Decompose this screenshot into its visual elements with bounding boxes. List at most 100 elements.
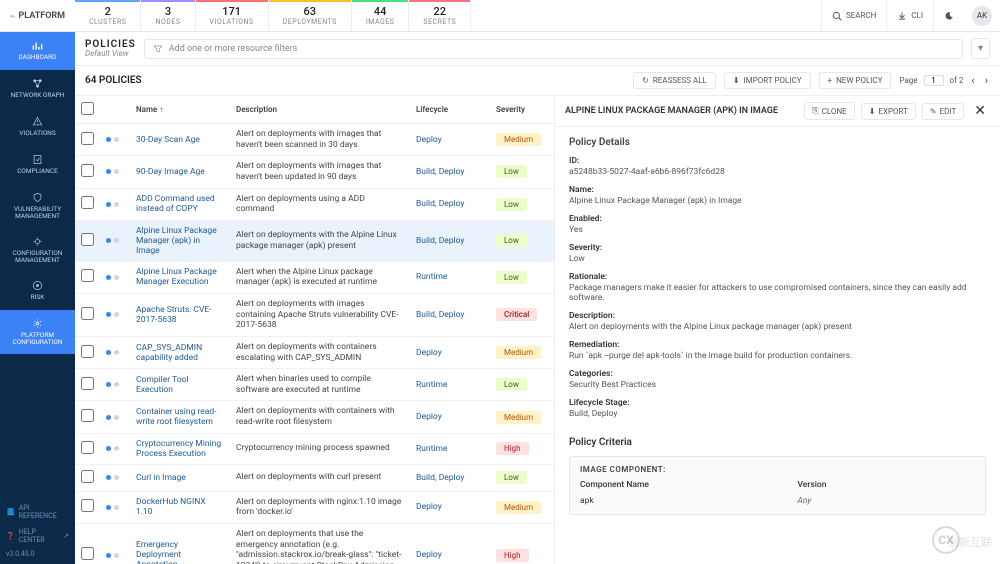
- table-row[interactable]: CAP_SYS_ADMIN capability added Alert on …: [75, 336, 554, 368]
- avatar[interactable]: AK: [972, 6, 992, 26]
- brand-logo[interactable]: PLATFORM: [0, 0, 75, 31]
- row-name: Apache Struts: CVE-2017-5638: [130, 294, 230, 337]
- stat-clusters[interactable]: 2CLUSTERS: [75, 0, 141, 31]
- row-desc: Alert on deployments with images contain…: [230, 294, 410, 337]
- row-name: 30-Day Scan Age: [130, 124, 230, 156]
- detail-field: ID:a5248b33-5027-4aaf-a6b6-896f73fc6d28: [569, 156, 986, 177]
- page-prev[interactable]: ‹: [969, 74, 976, 87]
- row-lifecycle: Deploy: [410, 523, 490, 564]
- details-section-title: Policy Details: [569, 137, 986, 148]
- sidebar-help-center[interactable]: ❓HELP CENTER↗: [0, 524, 75, 548]
- row-name: Alpine Linux Package Manager Execution: [130, 261, 230, 293]
- clone-button[interactable]: ⎘CLONE: [804, 102, 854, 120]
- theme-toggle[interactable]: [933, 0, 964, 31]
- table-row[interactable]: 90-Day Image Age Alert on deployments wi…: [75, 156, 554, 188]
- sidebar-item-dashboard[interactable]: DASHBOARD: [0, 32, 75, 70]
- row-checkbox[interactable]: [81, 345, 94, 358]
- status-dots: [106, 382, 124, 387]
- page-title: POLICIES: [85, 39, 136, 50]
- row-checkbox[interactable]: [81, 547, 94, 560]
- select-all-checkbox[interactable]: [81, 102, 94, 115]
- table-row[interactable]: ADD Command used instead of COPY Alert o…: [75, 188, 554, 220]
- status-dots: [106, 275, 124, 280]
- page-input[interactable]: [924, 75, 944, 86]
- col-desc[interactable]: Description: [230, 96, 410, 124]
- sidebar-api-reference[interactable]: 📘API REFERENCE: [0, 500, 75, 524]
- network-icon: [32, 78, 43, 89]
- row-severity: Low: [490, 261, 554, 293]
- sidebar-item-network-graph[interactable]: NETWORK GRAPH: [0, 70, 75, 108]
- row-name: ADD Command used instead of COPY: [130, 188, 230, 220]
- search-icon: [832, 11, 842, 21]
- stat-violations[interactable]: 171VIOLATIONS: [196, 0, 269, 31]
- reassess-button[interactable]: ↻REASSESS ALL: [633, 72, 716, 89]
- row-checkbox[interactable]: [81, 132, 94, 145]
- col-life[interactable]: Lifecycle: [410, 96, 490, 124]
- row-name: Cryptocurrency Mining Process Execution: [130, 433, 230, 464]
- edit-button[interactable]: ✎EDIT: [922, 103, 964, 120]
- detail-field: Categories:Security Best Practices: [569, 369, 986, 390]
- stat-deployments[interactable]: 63DEPLOYMENTS: [269, 0, 352, 31]
- sidebar-item-compliance[interactable]: COMPLIANCE: [0, 146, 75, 184]
- stat-nodes[interactable]: 3NODES: [141, 0, 195, 31]
- filter-dropdown[interactable]: ▾: [971, 38, 990, 59]
- stat-images[interactable]: 44IMAGES: [352, 0, 410, 31]
- row-desc: Alert when the Alpine Linux package mana…: [230, 261, 410, 293]
- row-lifecycle: Build, Deploy: [410, 294, 490, 337]
- table-row[interactable]: Curl in Image Alert on deployments with …: [75, 464, 554, 491]
- row-checkbox[interactable]: [81, 233, 94, 246]
- detail-field: Remediation:Run `apk --purge del apk-too…: [569, 340, 986, 361]
- row-lifecycle: Deploy: [410, 491, 490, 523]
- table-row[interactable]: Alpine Linux Package Manager Execution A…: [75, 261, 554, 293]
- status-dots: [106, 446, 124, 451]
- col-sev[interactable]: Severity: [490, 96, 554, 124]
- sidebar-item-platform-config[interactable]: PLATFORM CONFIGURATION: [0, 310, 75, 354]
- table-row[interactable]: 30-Day Scan Age Alert on deployments wit…: [75, 124, 554, 156]
- col-name[interactable]: Name: [130, 96, 230, 124]
- search-button[interactable]: SEARCH: [821, 0, 886, 31]
- page-next[interactable]: ›: [983, 74, 990, 87]
- check-icon: [32, 154, 43, 165]
- export-button[interactable]: ⬇EXPORT: [861, 103, 916, 120]
- table-row[interactable]: Compiler Tool Execution Alert when binar…: [75, 369, 554, 401]
- stat-secrets[interactable]: 22SECRETS: [409, 0, 471, 31]
- table-row[interactable]: Apache Struts: CVE-2017-5638 Alert on de…: [75, 294, 554, 337]
- gear-icon: [32, 318, 43, 329]
- row-checkbox[interactable]: [81, 470, 94, 483]
- topbar: PLATFORM 2CLUSTERS 3NODES 171VIOLATIONS …: [0, 0, 1000, 32]
- row-checkbox[interactable]: [81, 269, 94, 282]
- sidebar-item-risk[interactable]: RISK: [0, 272, 75, 310]
- row-severity: Medium: [490, 336, 554, 368]
- table-row[interactable]: Cryptocurrency Mining Process Execution …: [75, 433, 554, 464]
- status-dots: [106, 238, 124, 243]
- config-icon: [32, 236, 43, 247]
- close-icon[interactable]: ✕: [970, 103, 990, 119]
- shield-icon: [32, 192, 43, 203]
- sidebar-item-violations[interactable]: VIOLATIONS: [0, 108, 75, 146]
- row-checkbox[interactable]: [81, 307, 94, 320]
- row-name: Emergency Deployment Annotation: [130, 523, 230, 564]
- pager: Page of 2 ‹ ›: [899, 74, 990, 87]
- filter-input[interactable]: Add one or more resource filters: [144, 39, 963, 59]
- detail-title: ALPINE LINUX PACKAGE MANAGER (APK) IN IM…: [565, 106, 798, 116]
- row-desc: Alert on deployments with the Alpine Lin…: [230, 220, 410, 261]
- table-row[interactable]: Emergency Deployment Annotation Alert on…: [75, 523, 554, 564]
- row-checkbox[interactable]: [81, 196, 94, 209]
- row-checkbox[interactable]: [81, 377, 94, 390]
- row-name: DockerHub NGINX 1.10: [130, 491, 230, 523]
- row-checkbox[interactable]: [81, 409, 94, 422]
- row-severity: Medium: [490, 401, 554, 433]
- table-row[interactable]: Alpine Linux Package Manager (apk) in Im…: [75, 220, 554, 261]
- row-severity: Low: [490, 220, 554, 261]
- table-row[interactable]: DockerHub NGINX 1.10 Alert on deployment…: [75, 491, 554, 523]
- row-checkbox[interactable]: [81, 499, 94, 512]
- import-button[interactable]: ⬇IMPORT POLICY: [724, 72, 811, 89]
- dashboard-icon: [32, 40, 43, 51]
- row-checkbox[interactable]: [81, 164, 94, 177]
- row-checkbox[interactable]: [81, 441, 94, 454]
- table-row[interactable]: Container using read-write root filesyst…: [75, 401, 554, 433]
- new-policy-button[interactable]: +NEW POLICY: [819, 72, 892, 89]
- sidebar-item-vulnerability[interactable]: VULNERABILITY MANAGEMENT: [0, 184, 75, 228]
- sidebar-item-configuration[interactable]: CONFIGURATION MANAGEMENT: [0, 228, 75, 272]
- cli-button[interactable]: CLI: [886, 0, 933, 31]
